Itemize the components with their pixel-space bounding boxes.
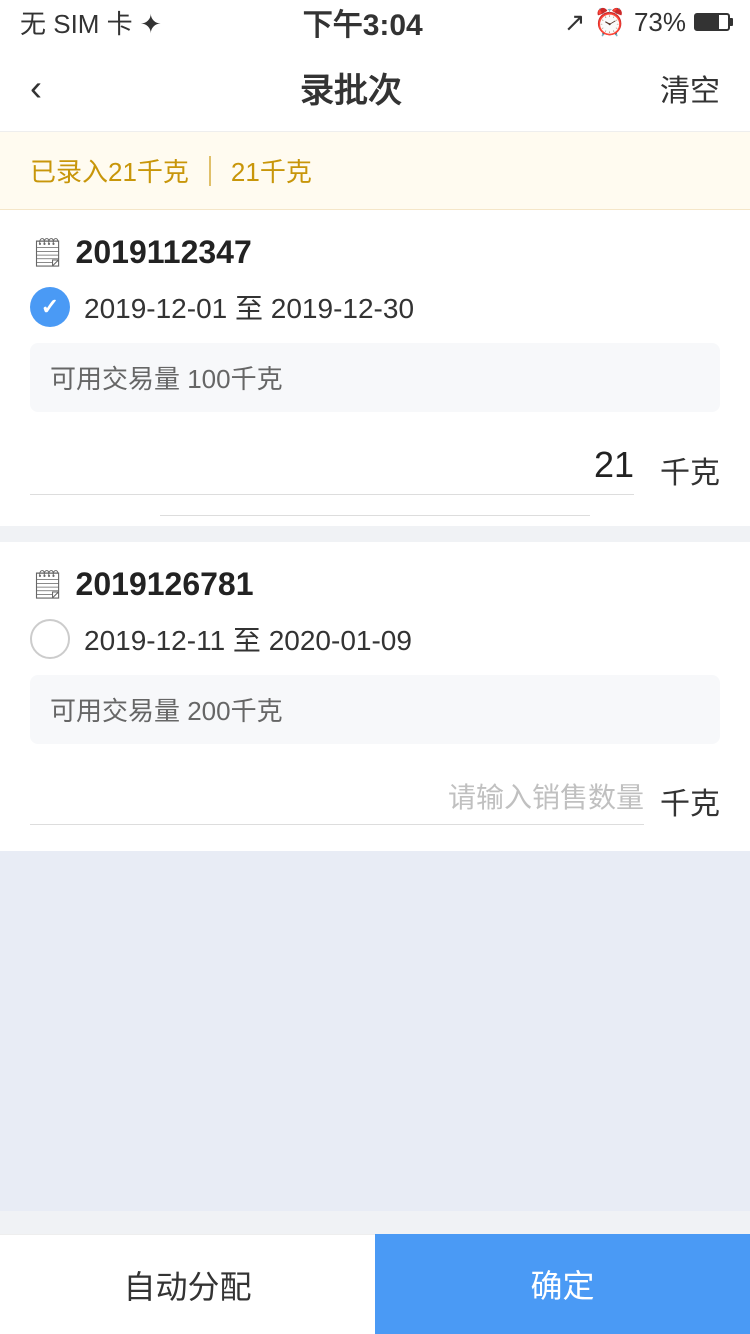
batch-2-unit: 千克 [660,779,720,823]
alarm-icon: ⏰ [594,7,626,38]
batch-card-1: 🗒 2019112347 2019-12-01 至 2019-12-30 可用交… [0,210,750,526]
info-divider [209,156,211,186]
battery-text: 73% [634,7,686,38]
batch-card-2: 🗒 2019126781 2019-12-11 至 2020-01-09 可用交… [0,542,750,851]
main-content: 已录入21千克 21千克 🗒 2019112347 2019-12-01 至 2… [0,132,750,1311]
auto-distribute-button[interactable]: 自动分配 [0,1234,375,1334]
status-left: 无 SIM 卡 ✦ [20,4,162,41]
batch-1-header: 🗒 2019112347 [30,234,720,271]
page-title: 录批次 [300,63,402,112]
batch-1-id: 2019112347 [76,234,252,271]
info-amount: 21千克 [231,152,312,189]
batch-2-placeholder: 请输入销售数量 [448,782,644,813]
bottom-bar: 自动分配 确定 [0,1234,750,1334]
batch-1-input-wrapper: 21 [30,444,634,495]
batch-1-date-row: 2019-12-01 至 2019-12-30 [30,287,720,327]
confirm-button[interactable]: 确定 [375,1234,750,1334]
batch-2-input-wrapper[interactable]: 请输入销售数量 [30,776,644,825]
batch-2-inner: 🗒 2019126781 2019-12-11 至 2020-01-09 可用交… [0,542,750,744]
batch-2-date: 2019-12-11 至 2020-01-09 [84,619,412,659]
batch-1-quantity-value[interactable]: 21 [554,444,634,486]
card-divider [0,526,750,542]
batch-1-unit: 千克 [660,448,720,492]
status-right: ↗ ⏰ 73% [564,7,730,38]
batch-2-id: 2019126781 [76,566,254,603]
batch-1-radio[interactable] [30,287,70,327]
location-icon: ↗ [564,7,586,38]
signal-text: 无 SIM 卡 ✦ [20,4,162,41]
empty-area [0,851,750,1211]
back-button[interactable]: ‹ [30,67,42,109]
batch-2-header: 🗒 2019126781 [30,566,720,603]
batch-2-quantity-row: 请输入销售数量 千克 [0,760,750,841]
clear-button[interactable]: 清空 [660,66,720,110]
nav-bar: ‹ 录批次 清空 [0,44,750,132]
batch-1-icon: 🗒 [30,236,66,269]
info-banner: 已录入21千克 21千克 [0,132,750,210]
batch-1-date: 2019-12-01 至 2019-12-30 [84,287,414,327]
batch-2-radio[interactable] [30,619,70,659]
status-bar: 无 SIM 卡 ✦ 下午3:04 ↗ ⏰ 73% [0,0,750,44]
batch-1-quantity-row: 21 千克 [0,428,750,495]
batch-2-date-row: 2019-12-11 至 2020-01-09 [30,619,720,659]
status-time: 下午3:04 [303,0,423,44]
batch-1-availability: 可用交易量 100千克 [30,343,720,412]
batch-2-icon: 🗒 [30,568,66,601]
entered-info: 已录入21千克 [30,152,189,189]
battery-icon [694,13,730,31]
batch-2-availability: 可用交易量 200千克 [30,675,720,744]
batch-1-inner: 🗒 2019112347 2019-12-01 至 2019-12-30 可用交… [0,210,750,412]
